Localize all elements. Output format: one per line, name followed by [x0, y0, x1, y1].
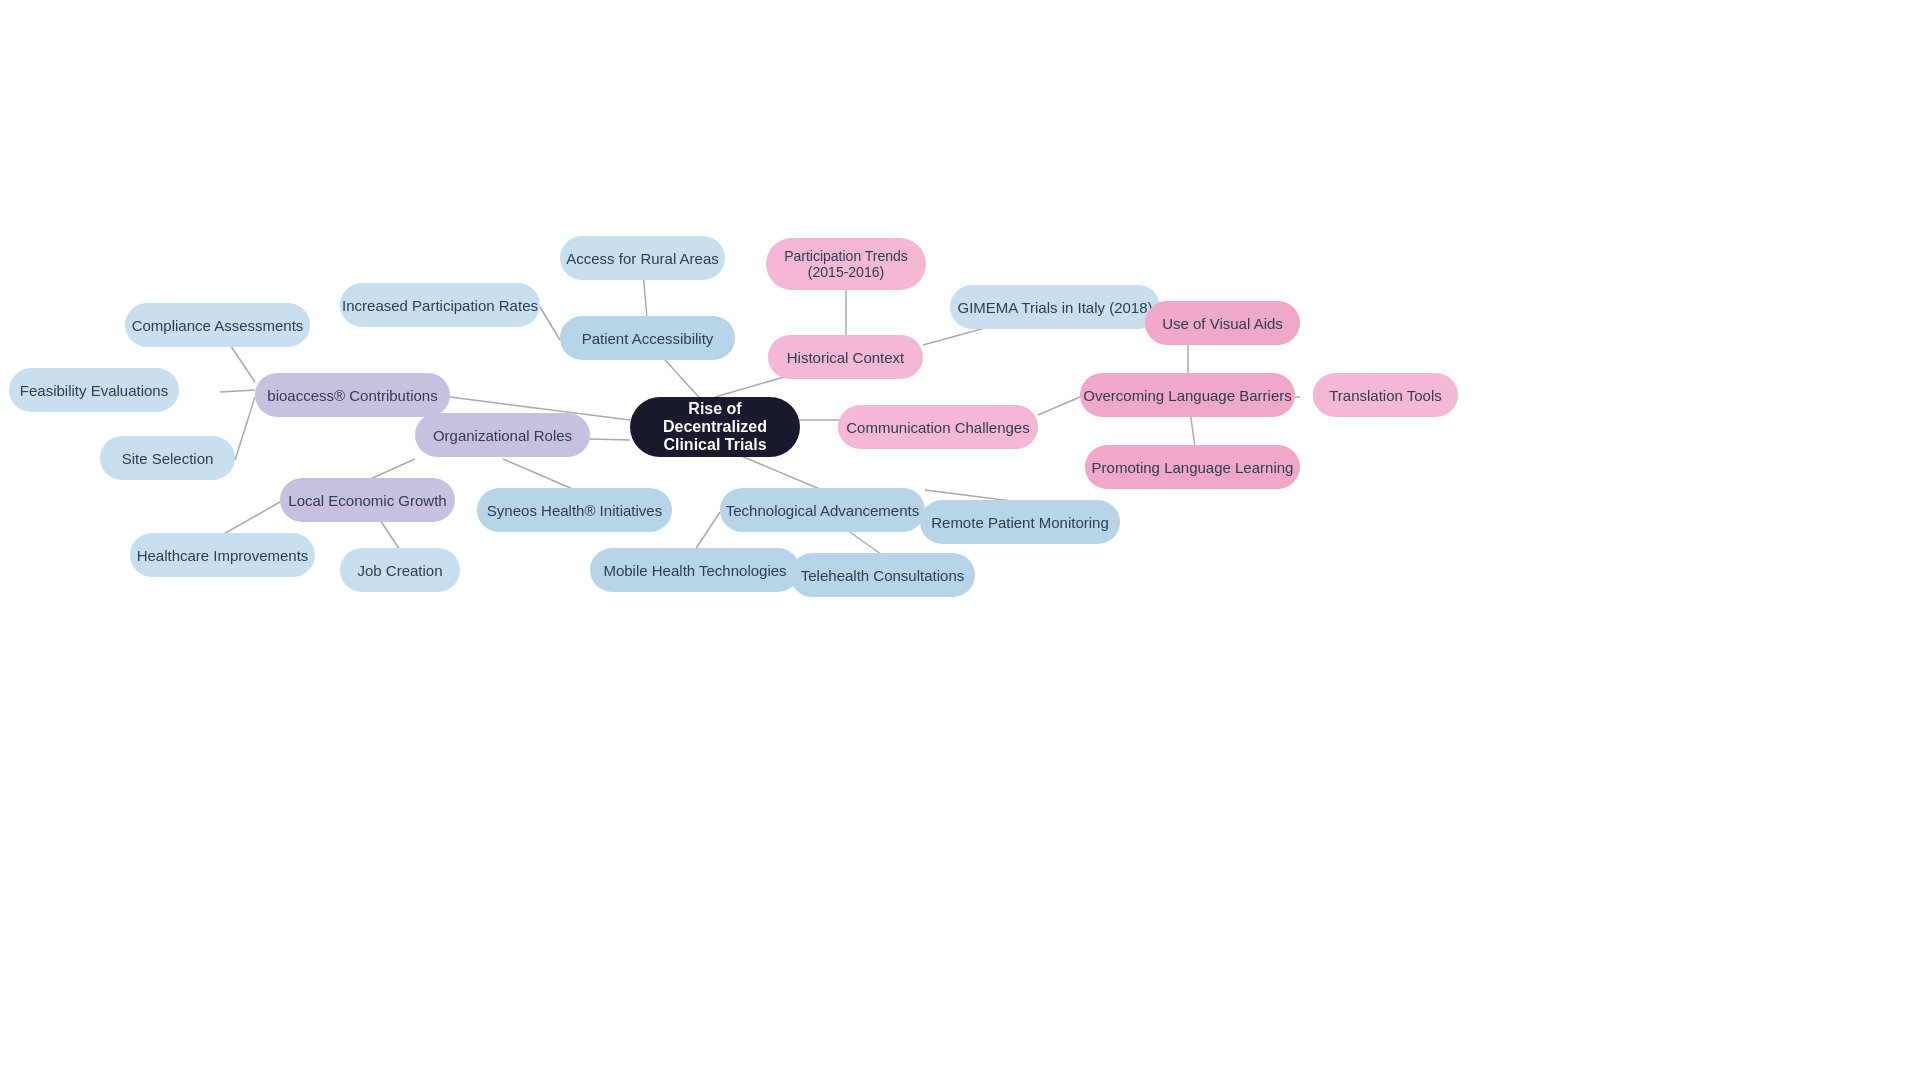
mobile-health-node: Mobile Health Technologies: [590, 548, 800, 592]
svg-line-9: [368, 459, 415, 480]
overcoming-language-node: Overcoming Language Barriers: [1080, 373, 1295, 417]
access-rural-node: Access for Rural Areas: [560, 236, 725, 280]
svg-line-20: [1038, 397, 1080, 415]
feasibility-evaluations-node: Feasibility Evaluations: [9, 368, 179, 412]
remote-patient-node: Remote Patient Monitoring: [920, 500, 1120, 544]
historical-context-label: Historical Context: [787, 349, 905, 366]
participation-trends-label: Participation Trends (2015-2016): [784, 248, 908, 280]
promoting-language-node: Promoting Language Learning: [1085, 445, 1300, 489]
bioaccess-node: bioaccess® Contributions: [255, 373, 450, 417]
gimema-node: GIMEMA Trials in Italy (2018): [950, 285, 1160, 329]
historical-context-node: Historical Context: [768, 335, 923, 379]
organizational-roles-label: Organizational Roles: [433, 427, 572, 444]
bioaccess-label: bioaccess® Contributions: [267, 387, 437, 404]
translation-tools-label: Translation Tools: [1329, 387, 1442, 404]
increased-participation-node: Increased Participation Rates: [340, 283, 540, 327]
compliance-assessments-label: Compliance Assessments: [132, 317, 304, 334]
technological-advancements-node: Technological Advancements: [720, 488, 925, 532]
access-rural-label: Access for Rural Areas: [566, 250, 719, 267]
syneos-health-node: Syneos Health® Initiatives: [477, 488, 672, 532]
syneos-health-label: Syneos Health® Initiatives: [487, 502, 662, 519]
technological-advancements-label: Technological Advancements: [726, 502, 919, 519]
patient-accessibility-label: Patient Accessibility: [582, 330, 714, 347]
promoting-language-label: Promoting Language Learning: [1092, 459, 1294, 476]
site-selection-node: Site Selection: [100, 436, 235, 480]
svg-line-8: [503, 459, 575, 490]
healthcare-improvements-node: Healthcare Improvements: [130, 533, 315, 577]
site-selection-label: Site Selection: [122, 450, 214, 467]
job-creation-label: Job Creation: [357, 562, 442, 579]
feasibility-evaluations-label: Feasibility Evaluations: [20, 382, 168, 399]
center-node: Rise of Decentralized Clinical Trials: [630, 397, 800, 457]
telehealth-label: Telehealth Consultations: [801, 567, 964, 584]
use-of-visual-aids-label: Use of Visual Aids: [1162, 315, 1283, 332]
svg-line-2: [540, 307, 560, 340]
job-creation-node: Job Creation: [340, 548, 460, 592]
gimema-label: GIMEMA Trials in Italy (2018): [957, 299, 1152, 316]
communication-challenges-node: Communication Challenges: [838, 405, 1038, 449]
telehealth-node: Telehealth Consultations: [790, 553, 975, 597]
healthcare-improvements-label: Healthcare Improvements: [137, 547, 309, 564]
local-economic-growth-label: Local Economic Growth: [288, 492, 446, 509]
local-economic-growth-node: Local Economic Growth: [280, 478, 455, 522]
organizational-roles-node: Organizational Roles: [415, 413, 590, 457]
overcoming-language-label: Overcoming Language Barriers: [1083, 387, 1291, 404]
mobile-health-label: Mobile Health Technologies: [603, 562, 786, 579]
center-label: Rise of Decentralized Clinical Trials: [648, 400, 782, 454]
participation-trends-node: Participation Trends (2015-2016): [766, 238, 926, 290]
compliance-assessments-node: Compliance Assessments: [125, 303, 310, 347]
svg-line-5: [220, 390, 255, 392]
remote-patient-label: Remote Patient Monitoring: [931, 514, 1109, 531]
svg-line-10: [222, 502, 280, 535]
increased-participation-label: Increased Participation Rates: [342, 297, 538, 314]
translation-tools-node: Translation Tools: [1313, 373, 1458, 417]
svg-line-13: [695, 512, 720, 550]
svg-line-6: [235, 397, 255, 460]
patient-accessibility-node: Patient Accessibility: [560, 316, 735, 360]
communication-challenges-label: Communication Challenges: [846, 419, 1029, 436]
use-of-visual-aids-node: Use of Visual Aids: [1145, 301, 1300, 345]
